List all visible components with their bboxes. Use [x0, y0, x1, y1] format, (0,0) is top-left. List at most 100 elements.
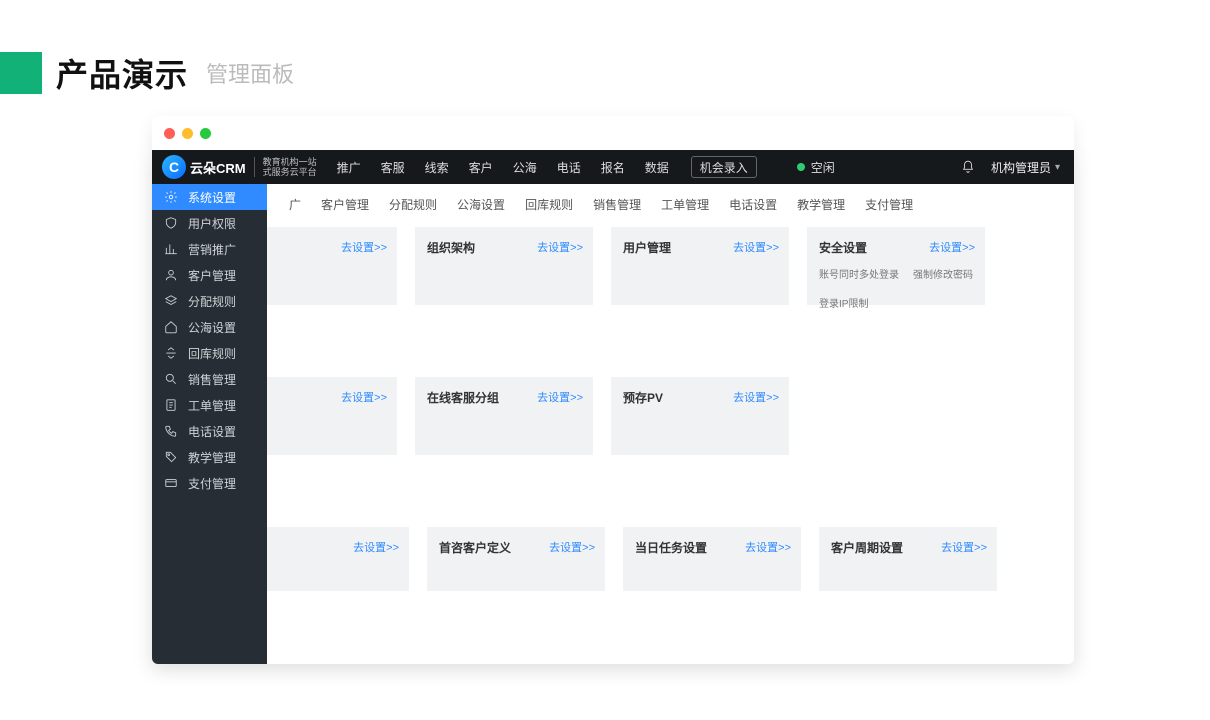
record-entry-button[interactable]: 机会录入: [691, 156, 757, 178]
status-indicator[interactable]: 空闲: [797, 159, 835, 176]
phone-icon: [164, 424, 178, 438]
home-icon: [164, 320, 178, 334]
panel-sub-item[interactable]: 账号同时多处登录: [819, 266, 899, 281]
sidebar-item-用户权限[interactable]: 用户权限: [152, 210, 267, 236]
sidebar-item-销售管理[interactable]: 销售管理: [152, 366, 267, 392]
sidebar-item-客户管理[interactable]: 客户管理: [152, 262, 267, 288]
settings-panel: 安全设置去设置>>账号同时多处登录强制修改密码登录IP限制: [807, 227, 985, 305]
panel-sub-item[interactable]: 强制修改密码: [913, 266, 973, 281]
tab-回库规则[interactable]: 回库规则: [515, 190, 583, 219]
recycle-icon: [164, 346, 178, 360]
sidebar-item-label: 工单管理: [188, 397, 236, 414]
go-settings-link[interactable]: 去设置>>: [941, 539, 987, 555]
sidebar-item-支付管理[interactable]: 支付管理: [152, 470, 267, 496]
top-nav-报名[interactable]: 报名: [591, 150, 635, 184]
tab-客户管理[interactable]: 客户管理: [311, 190, 379, 219]
top-nav-客服[interactable]: 客服: [371, 150, 415, 184]
top-nav-线索[interactable]: 线索: [415, 150, 459, 184]
settings-panel: 用户管理去设置>>: [611, 227, 789, 305]
settings-panel: 去设置>>: [267, 527, 409, 591]
app-window: 云朵CRM 教育机构一站式服务云平台 推广客服线索客户公海电话报名数据 机会录入…: [152, 116, 1074, 664]
sidebar-item-label: 回库规则: [188, 345, 236, 362]
go-settings-link[interactable]: 去设置>>: [537, 389, 583, 405]
tab-电话设置[interactable]: 电话设置: [719, 190, 787, 219]
sidebar-item-label: 分配规则: [188, 293, 236, 310]
slide-subtitle: 管理面板: [206, 57, 294, 89]
user-icon: [164, 268, 178, 282]
top-nav-推广[interactable]: 推广: [327, 150, 371, 184]
search-user-icon: [164, 372, 178, 386]
sidebar-item-营销推广[interactable]: 营销推广: [152, 236, 267, 262]
sidebar: 系统设置用户权限营销推广客户管理分配规则公海设置回库规则销售管理工单管理电话设置…: [152, 184, 267, 664]
sidebar-item-label: 教学管理: [188, 449, 236, 466]
minimize-dot[interactable]: [182, 128, 193, 139]
close-dot[interactable]: [164, 128, 175, 139]
sidebar-item-教学管理[interactable]: 教学管理: [152, 444, 267, 470]
tab-教学管理[interactable]: 教学管理: [787, 190, 855, 219]
tab-公海设置[interactable]: 公海设置: [447, 190, 515, 219]
settings-panel: 去设置>>: [267, 377, 397, 455]
sidebar-item-label: 公海设置: [188, 319, 236, 336]
settings-panel: 首咨客户定义去设置>>: [427, 527, 605, 591]
top-nav: 推广客服线索客户公海电话报名数据: [327, 150, 679, 184]
tab-工单管理[interactable]: 工单管理: [651, 190, 719, 219]
settings-panel: 当日任务设置去设置>>: [623, 527, 801, 591]
tab-广[interactable]: 广: [279, 190, 311, 219]
sidebar-item-label: 用户权限: [188, 215, 236, 232]
layers-icon: [164, 294, 178, 308]
go-settings-link[interactable]: 去设置>>: [353, 539, 399, 555]
status-text: 空闲: [811, 159, 835, 176]
main-content: 广客户管理分配规则公海设置回库规则销售管理工单管理电话设置教学管理支付管理 去设…: [267, 184, 1074, 664]
sidebar-item-label: 电话设置: [188, 423, 236, 440]
sidebar-item-label: 客户管理: [188, 267, 236, 284]
status-dot-icon: [797, 163, 805, 171]
app-header: 云朵CRM 教育机构一站式服务云平台 推广客服线索客户公海电话报名数据 机会录入…: [152, 150, 1074, 184]
top-nav-电话[interactable]: 电话: [547, 150, 591, 184]
sidebar-item-回库规则[interactable]: 回库规则: [152, 340, 267, 366]
maximize-dot[interactable]: [200, 128, 211, 139]
go-settings-link[interactable]: 去设置>>: [549, 539, 595, 555]
top-nav-客户[interactable]: 客户: [459, 150, 503, 184]
top-nav-数据[interactable]: 数据: [635, 150, 679, 184]
sidebar-item-系统设置[interactable]: 系统设置: [152, 184, 267, 210]
admin-dropdown[interactable]: 机构管理员 ▾: [991, 159, 1060, 176]
window-titlebar: [152, 116, 1074, 150]
logo-text: 云朵CRM: [190, 158, 246, 177]
sidebar-item-分配规则[interactable]: 分配规则: [152, 288, 267, 314]
go-settings-link[interactable]: 去设置>>: [537, 239, 583, 255]
logo-icon: [162, 155, 186, 179]
tab-分配规则[interactable]: 分配规则: [379, 190, 447, 219]
panel-sub-item[interactable]: 登录IP限制: [819, 295, 868, 310]
sidebar-item-工单管理[interactable]: 工单管理: [152, 392, 267, 418]
go-settings-link[interactable]: 去设置>>: [745, 539, 791, 555]
go-settings-link[interactable]: 去设置>>: [341, 389, 387, 405]
settings-panel: 在线客服分组去设置>>: [415, 377, 593, 455]
tab-销售管理[interactable]: 销售管理: [583, 190, 651, 219]
panel-sub-items: 账号同时多处登录强制修改密码登录IP限制: [819, 266, 973, 310]
go-settings-link[interactable]: 去设置>>: [733, 239, 779, 255]
notification-bell-icon[interactable]: [961, 160, 975, 174]
admin-label: 机构管理员: [991, 159, 1051, 176]
sidebar-item-label: 支付管理: [188, 475, 236, 492]
tab-支付管理[interactable]: 支付管理: [855, 190, 923, 219]
shield-icon: [164, 216, 178, 230]
top-nav-公海[interactable]: 公海: [503, 150, 547, 184]
slide-heading: 产品演示 管理面板: [0, 0, 1210, 116]
go-settings-link[interactable]: 去设置>>: [929, 239, 975, 255]
settings-panel: 客户周期设置去设置>>: [819, 527, 997, 591]
chevron-down-icon: ▾: [1055, 162, 1060, 173]
tag-icon: [164, 450, 178, 464]
accent-block: [0, 52, 42, 94]
sidebar-item-label: 系统设置: [188, 189, 236, 206]
go-settings-link[interactable]: 去设置>>: [341, 239, 387, 255]
sidebar-item-公海设置[interactable]: 公海设置: [152, 314, 267, 340]
go-settings-link[interactable]: 去设置>>: [733, 389, 779, 405]
sidebar-item-label: 营销推广: [188, 241, 236, 258]
tabs-row: 广客户管理分配规则公海设置回库规则销售管理工单管理电话设置教学管理支付管理: [267, 184, 1074, 225]
sidebar-item-label: 销售管理: [188, 371, 236, 388]
logo[interactable]: 云朵CRM 教育机构一站式服务云平台: [152, 155, 327, 179]
slide-title: 产品演示: [56, 50, 188, 96]
settings-panel: 组织架构去设置>>: [415, 227, 593, 305]
sidebar-item-电话设置[interactable]: 电话设置: [152, 418, 267, 444]
card-icon: [164, 476, 178, 490]
